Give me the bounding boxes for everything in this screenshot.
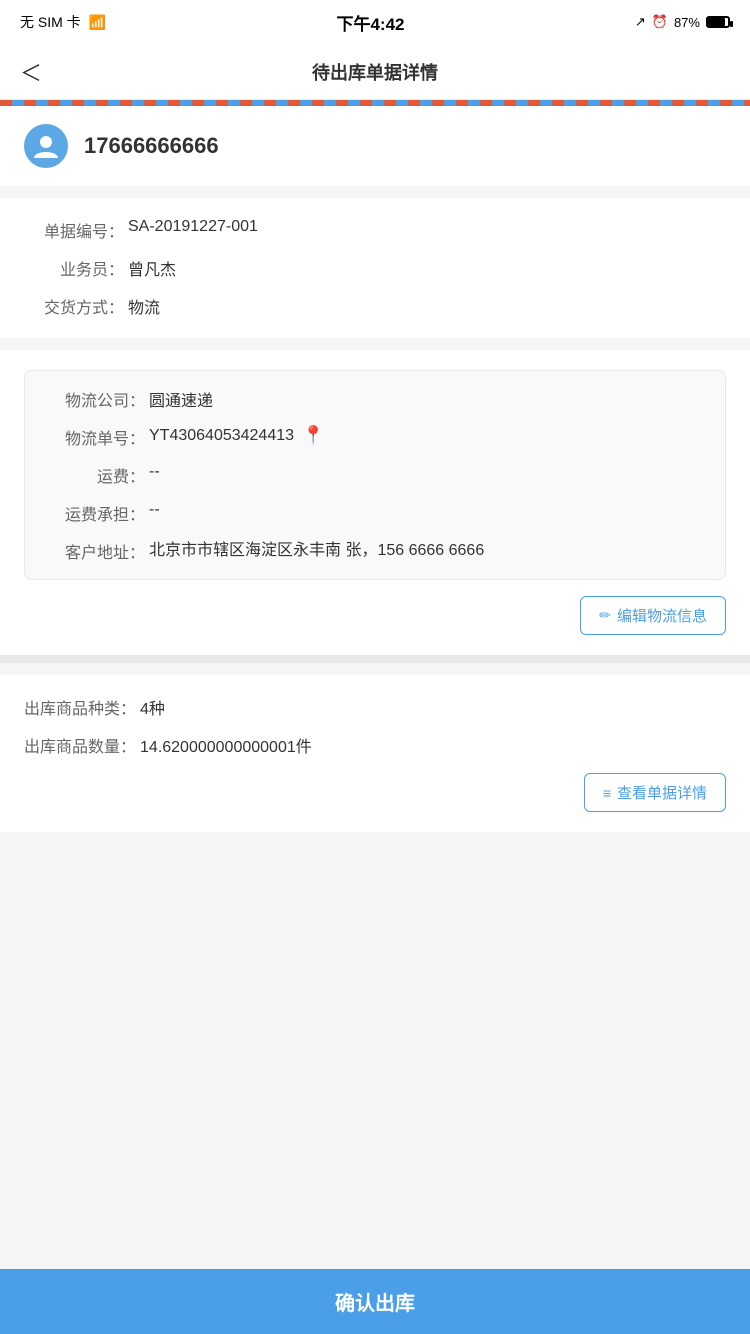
tracking-label: 物流单号： (45, 425, 145, 449)
edit-logistics-label: 编辑物流信息 (617, 605, 707, 626)
status-left: 无 SIM 卡 📶 (20, 12, 106, 32)
salesman-label: 业务员： (24, 256, 124, 280)
freight-bear-value: -- (149, 501, 705, 519)
tracking-location-icon[interactable]: 📍 (302, 425, 324, 446)
document-label: 单据编号： (24, 218, 124, 242)
battery-percent: 87% (674, 15, 700, 30)
user-phone: 17666666666 (84, 133, 219, 159)
tracking-value: YT43064053424413 📍 (149, 425, 705, 446)
view-detail-label: 查看单据详情 (617, 782, 707, 803)
salesman-value: 曾凡杰 (128, 256, 726, 280)
company-label: 物流公司： (45, 387, 145, 411)
bottom-pad (0, 832, 750, 912)
tracking-number: YT43064053424413 (149, 427, 294, 445)
view-detail-button[interactable]: ≡ 查看单据详情 (584, 773, 726, 812)
types-value: 4种 (140, 695, 726, 719)
document-value: SA-20191227-001 (128, 218, 726, 236)
back-button[interactable]: ＜ (20, 56, 42, 88)
confirm-bar[interactable]: 确认出库 (0, 1269, 750, 1334)
types-label: 出库商品种类： (24, 695, 136, 719)
basic-info-section: 单据编号： SA-20191227-001 业务员： 曾凡杰 交货方式： 物流 (0, 198, 750, 338)
wifi-icon: 📶 (89, 14, 106, 31)
freight-label: 运费： (45, 463, 145, 487)
logistics-card: 物流公司： 圆通速递 物流单号： YT43064053424413 📍 运费： … (24, 370, 726, 580)
freight-row: 运费： -- (45, 463, 705, 487)
edit-icon: ✏ (599, 607, 611, 624)
freight-bear-label: 运费承担： (45, 501, 145, 525)
user-header: 17666666666 (0, 106, 750, 186)
types-row: 出库商品种类： 4种 (24, 695, 726, 719)
status-bar: 无 SIM 卡 📶 下午4:42 ↗ ⏰ 87% (0, 0, 750, 44)
page-title: 待出库单据详情 (312, 59, 438, 85)
avatar (24, 124, 68, 168)
company-row: 物流公司： 圆通速递 (45, 387, 705, 411)
address-row: 客户地址： 北京市市辖区海淀区永丰南 张，156 6666 6666 (45, 539, 705, 563)
carrier-label: 无 SIM 卡 (20, 12, 81, 32)
company-value: 圆通速递 (149, 387, 705, 411)
delivery-row: 交货方式： 物流 (24, 294, 726, 318)
salesman-row: 业务员： 曾凡杰 (24, 256, 726, 280)
location-icon: ↗ (635, 14, 646, 30)
document-row: 单据编号： SA-20191227-001 (24, 218, 726, 242)
delivery-value: 物流 (128, 294, 726, 318)
view-detail-row: ≡ 查看单据详情 (24, 773, 726, 812)
status-right: ↗ ⏰ 87% (635, 14, 730, 30)
nav-bar: ＜ 待出库单据详情 (0, 44, 750, 100)
edit-logistics-row: ✏ 编辑物流信息 (24, 596, 726, 635)
quantity-row: 出库商品数量： 14.620000000000001件 (24, 733, 726, 757)
quantity-value: 14.620000000000001件 (140, 733, 726, 757)
section-separator (0, 655, 750, 663)
tracking-row: 物流单号： YT43064053424413 📍 (45, 425, 705, 449)
freight-bear-row: 运费承担： -- (45, 501, 705, 525)
address-value: 北京市市辖区海淀区永丰南 张，156 6666 6666 (149, 539, 705, 563)
quantity-label: 出库商品数量： (24, 733, 136, 757)
logistics-section: 物流公司： 圆通速递 物流单号： YT43064053424413 📍 运费： … (0, 350, 750, 655)
status-time: 下午4:42 (336, 10, 404, 35)
outbound-section: 出库商品种类： 4种 出库商品数量： 14.620000000000001件 ≡… (0, 675, 750, 832)
confirm-button-label: 确认出库 (335, 1293, 415, 1315)
address-label: 客户地址： (45, 539, 145, 563)
edit-logistics-button[interactable]: ✏ 编辑物流信息 (580, 596, 726, 635)
freight-value: -- (149, 463, 705, 481)
battery-icon (706, 16, 730, 28)
detail-icon: ≡ (603, 785, 611, 801)
alarm-icon: ⏰ (652, 14, 668, 30)
delivery-label: 交货方式： (24, 294, 124, 318)
